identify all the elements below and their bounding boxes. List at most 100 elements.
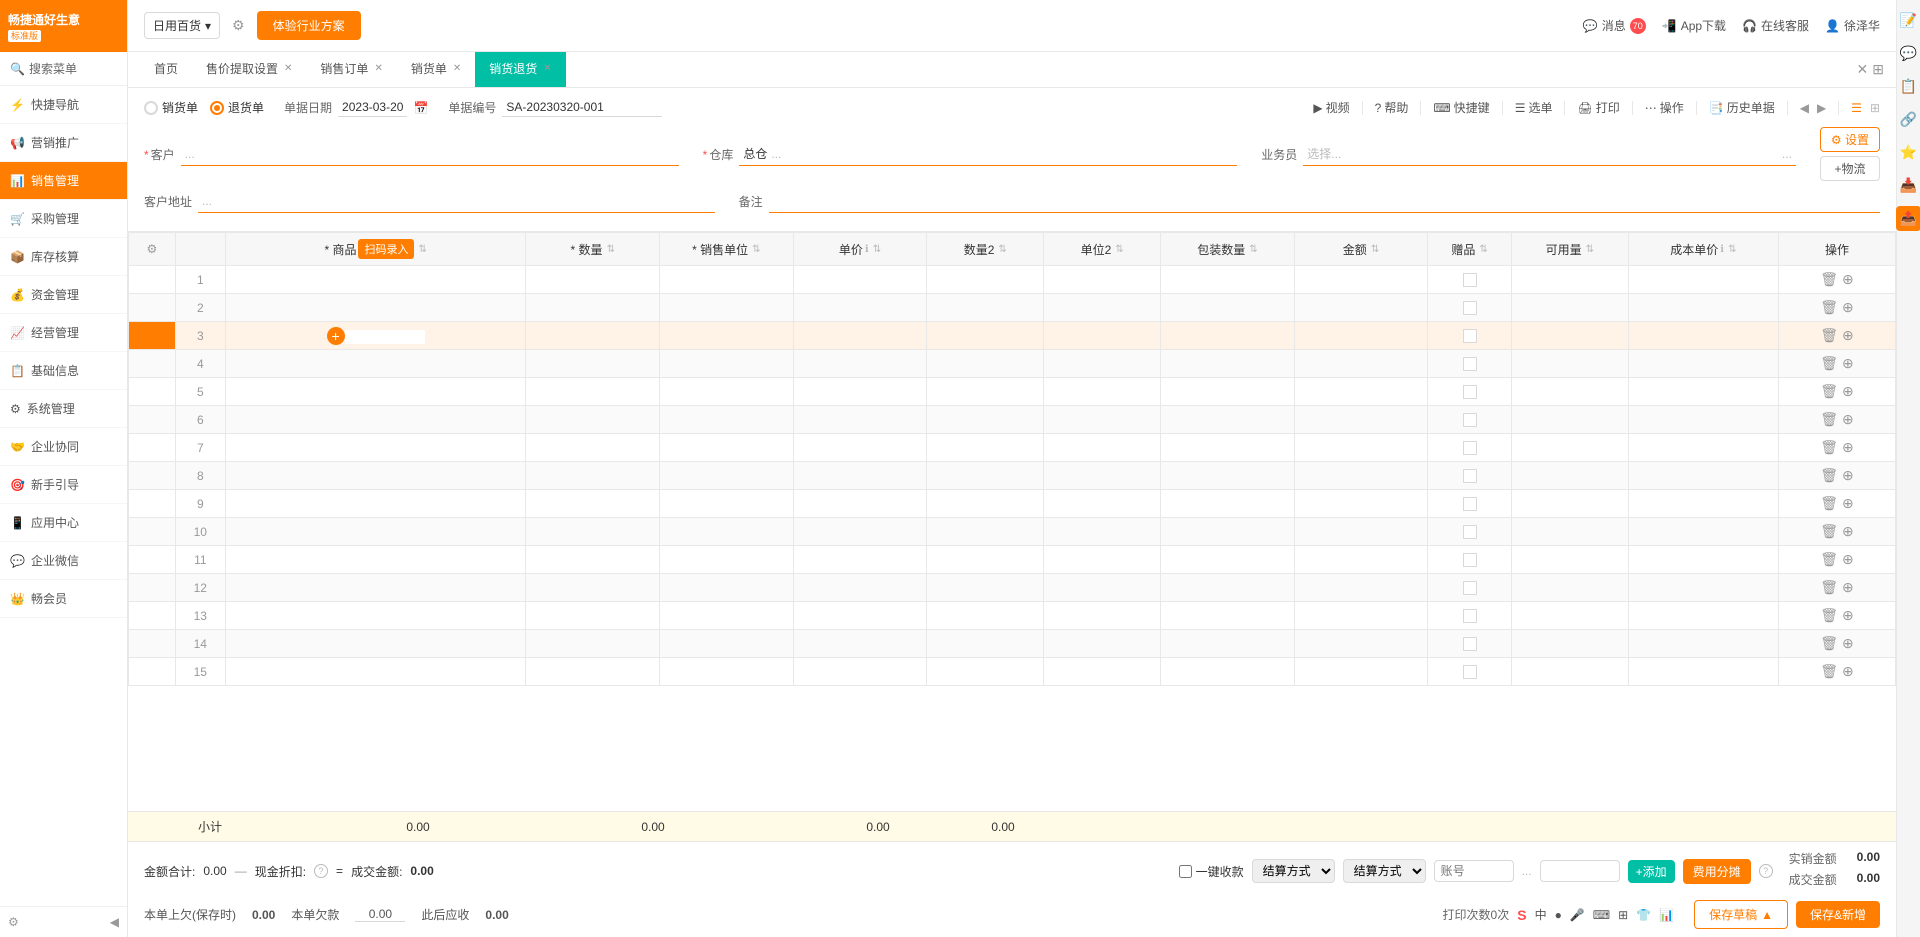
sidebar-item-shortcut[interactable]: ⚡ 快捷导航 — [0, 86, 127, 124]
qty-sort-icon[interactable]: ⇅ — [607, 244, 615, 255]
message-btn[interactable]: 💬 消息 70 — [1583, 17, 1646, 34]
delete-icon[interactable]: 🗑 — [1820, 607, 1838, 624]
delete-icon[interactable]: 🗑 — [1820, 663, 1838, 680]
gift-sort-icon[interactable]: ⇅ — [1479, 244, 1487, 255]
row-gift-cell[interactable] — [1428, 266, 1512, 294]
row-pkgqty-cell[interactable] — [1161, 574, 1295, 602]
search-menu[interactable]: 🔍 搜索菜单 — [0, 52, 127, 86]
product-input[interactable] — [345, 330, 425, 344]
row-amount-cell[interactable] — [1294, 602, 1428, 630]
copy-icon[interactable]: ⊕ — [1842, 299, 1854, 316]
row-qty2-cell[interactable] — [927, 658, 1044, 686]
row-product-cell[interactable] — [225, 462, 526, 490]
help-btn[interactable]: ? 帮助 — [1375, 99, 1409, 116]
tab-sales-delivery[interactable]: 销货单 ✕ — [397, 52, 475, 87]
add-btn[interactable]: +添加 — [1628, 860, 1675, 883]
tab-sales-order[interactable]: 销售订单 ✕ — [306, 52, 396, 87]
sidebar-item-system[interactable]: ⚙ 系统管理 — [0, 390, 127, 428]
toolbar-icon-1[interactable]: 中 — [1535, 906, 1547, 923]
row-unit2-cell[interactable] — [1044, 266, 1161, 294]
row-amount-cell[interactable] — [1294, 658, 1428, 686]
row-qty-cell[interactable] — [526, 434, 660, 462]
sidebar-item-wecom[interactable]: 💬 企业微信 — [0, 542, 127, 580]
gift-checkbox[interactable] — [1463, 357, 1477, 371]
row-price-cell[interactable] — [793, 434, 927, 462]
row-unit-cell[interactable] — [660, 658, 794, 686]
row-qty2-cell[interactable] — [927, 518, 1044, 546]
copy-icon[interactable]: ⊕ — [1842, 551, 1854, 568]
row-price-cell[interactable] — [793, 266, 927, 294]
row-unit-cell[interactable] — [660, 546, 794, 574]
row-qty2-cell[interactable] — [927, 630, 1044, 658]
row-unit-cell[interactable] — [660, 266, 794, 294]
row-unit-cell[interactable] — [660, 574, 794, 602]
row-unit2-cell[interactable] — [1044, 602, 1161, 630]
pkgqty-sort-icon[interactable]: ⇅ — [1249, 244, 1257, 255]
row-gift-cell[interactable] — [1428, 518, 1512, 546]
sidebar-item-enterprise[interactable]: 🤝 企业协同 — [0, 428, 127, 466]
note-input[interactable] — [769, 189, 1880, 213]
row-product-cell[interactable]: + — [225, 322, 526, 350]
copy-icon[interactable]: ⊕ — [1842, 271, 1854, 288]
owe-per-input[interactable]: 0.00 — [355, 907, 405, 922]
row-amount-cell[interactable] — [1294, 434, 1428, 462]
row-pkgqty-cell[interactable] — [1161, 350, 1295, 378]
gift-checkbox[interactable] — [1463, 441, 1477, 455]
row-price-cell[interactable] — [793, 378, 927, 406]
tab-sales-return[interactable]: 销货退货 ✕ — [475, 52, 565, 87]
tab-expand-icon[interactable]: ⊞ — [1872, 61, 1884, 78]
select-btn[interactable]: ☰ 选单 — [1515, 99, 1553, 116]
right-icon-6[interactable]: 📥 — [1896, 173, 1920, 198]
row-price-cell[interactable] — [793, 518, 927, 546]
copy-icon[interactable]: ⊕ — [1842, 383, 1854, 400]
sidebar-item-marketing[interactable]: 📢 营销推广 — [0, 124, 127, 162]
row-qty2-cell[interactable] — [927, 574, 1044, 602]
row-unit-cell[interactable] — [660, 350, 794, 378]
row-gift-cell[interactable] — [1428, 350, 1512, 378]
right-icon-1[interactable]: 📝 — [1896, 8, 1920, 33]
right-icon-3[interactable]: 📋 — [1896, 74, 1920, 99]
toolbar-icon-2[interactable]: ● — [1555, 908, 1562, 922]
print-btn[interactable]: 🖨 打印 — [1577, 99, 1619, 116]
gift-checkbox[interactable] — [1463, 609, 1477, 623]
row-product-cell[interactable] — [225, 294, 526, 322]
gear-icon[interactable]: ⚙ — [146, 242, 157, 256]
copy-icon[interactable]: ⊕ — [1842, 355, 1854, 372]
row-product-cell[interactable] — [225, 518, 526, 546]
row-unit2-cell[interactable] — [1044, 630, 1161, 658]
delete-icon[interactable]: 🗑 — [1820, 439, 1838, 456]
row-product-cell[interactable] — [225, 602, 526, 630]
copy-icon[interactable]: ⊕ — [1842, 327, 1854, 344]
save-draft-btn[interactable]: 保存草稿 ▲ — [1694, 900, 1788, 929]
operate-btn[interactable]: ⋯ 操作 — [1645, 99, 1684, 116]
row-unit2-cell[interactable] — [1044, 546, 1161, 574]
tab-close-icon[interactable]: ✕ — [453, 63, 461, 74]
salesperson-input[interactable]: 选择... ... — [1303, 142, 1796, 166]
row-price-cell[interactable] — [793, 658, 927, 686]
sidebar-item-newbie[interactable]: 🎯 新手引导 — [0, 466, 127, 504]
row-pkgqty-cell[interactable] — [1161, 518, 1295, 546]
tab-close-icon[interactable]: ✕ — [543, 63, 551, 74]
row-price-cell[interactable] — [793, 322, 927, 350]
row-gift-cell[interactable] — [1428, 462, 1512, 490]
avail-sort-icon[interactable]: ⇅ — [1586, 244, 1594, 255]
row-product-cell[interactable] — [225, 574, 526, 602]
gift-checkbox[interactable] — [1463, 301, 1477, 315]
unit-sort-icon[interactable]: ⇅ — [752, 244, 760, 255]
row-pkgqty-cell[interactable] — [1161, 322, 1295, 350]
unit2-sort-icon[interactable]: ⇅ — [1115, 244, 1123, 255]
row-gift-cell[interactable] — [1428, 490, 1512, 518]
row-unit2-cell[interactable] — [1044, 378, 1161, 406]
row-unit-cell[interactable] — [660, 434, 794, 462]
row-gift-cell[interactable] — [1428, 378, 1512, 406]
row-amount-cell[interactable] — [1294, 406, 1428, 434]
row-qty2-cell[interactable] — [927, 350, 1044, 378]
row-qty2-cell[interactable] — [927, 294, 1044, 322]
logistics-btn[interactable]: +物流 — [1820, 156, 1880, 181]
row-unit2-cell[interactable] — [1044, 490, 1161, 518]
row-amount-cell[interactable] — [1294, 574, 1428, 602]
row-pkgqty-cell[interactable] — [1161, 602, 1295, 630]
radio-return[interactable]: 退货单 — [210, 99, 264, 116]
copy-icon[interactable]: ⊕ — [1842, 663, 1854, 680]
warehouse-input[interactable]: 总仓 ... — [739, 142, 1237, 166]
